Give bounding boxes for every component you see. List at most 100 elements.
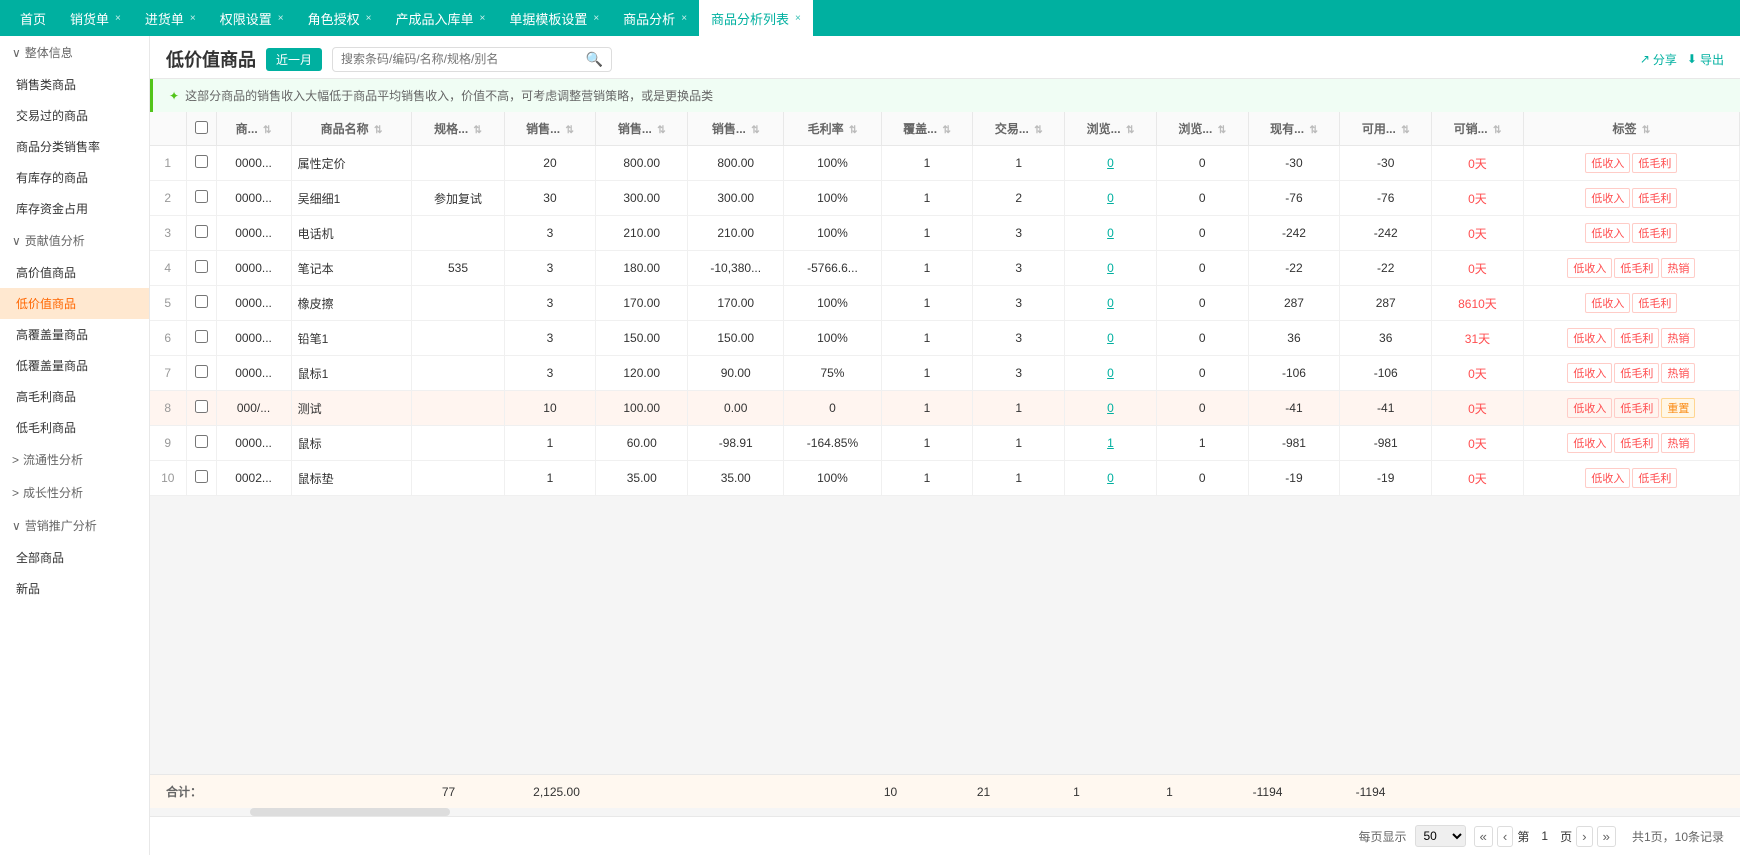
views1-link[interactable]: 0 [1107,226,1114,240]
row-select-checkbox[interactable] [195,155,208,168]
sort-icon[interactable]: ⇅ [374,125,382,136]
nav-permissions[interactable]: 权限设置 × [208,0,296,36]
column-checkbox[interactable] [186,112,216,146]
sidebar-item-new-products[interactable]: 新品 [0,573,149,604]
sort-icon[interactable]: ⇅ [942,125,950,136]
page-first-button[interactable]: « [1474,826,1493,847]
row-select-checkbox[interactable] [195,365,208,378]
row-views1[interactable]: 0 [1065,216,1157,251]
horizontal-scrollbar[interactable] [150,808,1740,816]
row-checkbox[interactable] [186,181,216,216]
row-views1[interactable]: 0 [1065,321,1157,356]
sidebar-item-low-value[interactable]: 低价值商品 [0,288,149,319]
row-checkbox[interactable] [186,286,216,321]
filter-recent-month-button[interactable]: 近一月 [266,48,322,71]
sidebar-group-title-marketing[interactable]: ∨ 营销推广分析 [0,509,149,542]
row-select-checkbox[interactable] [195,260,208,273]
nav-product-analysis[interactable]: 商品分析 × [611,0,699,36]
sort-icon[interactable]: ⇅ [1401,125,1409,136]
sort-icon[interactable]: ⇅ [565,125,573,136]
sort-icon[interactable]: ⇅ [1034,125,1042,136]
sidebar-item-inventory-products[interactable]: 有库存的商品 [0,162,149,193]
sidebar-item-low-coverage[interactable]: 低覆盖量商品 [0,350,149,381]
row-views1[interactable]: 0 [1065,286,1157,321]
views1-link[interactable]: 0 [1107,366,1114,380]
row-select-checkbox[interactable] [195,330,208,343]
row-views1[interactable]: 0 [1065,251,1157,286]
views1-link[interactable]: 0 [1107,331,1114,345]
sidebar-item-traded-products[interactable]: 交易过的商品 [0,100,149,131]
row-views1[interactable]: 0 [1065,146,1157,181]
close-icon[interactable]: × [366,13,372,24]
row-select-checkbox[interactable] [195,435,208,448]
close-icon[interactable]: × [190,13,196,24]
row-checkbox[interactable] [186,356,216,391]
close-icon[interactable]: × [278,13,284,24]
sort-icon[interactable]: ⇅ [849,125,857,136]
row-views1[interactable]: 0 [1065,461,1157,496]
row-views1[interactable]: 0 [1065,181,1157,216]
views1-link[interactable]: 0 [1107,156,1114,170]
close-icon[interactable]: × [115,13,121,24]
views1-link[interactable]: 1 [1107,436,1114,450]
sort-icon[interactable]: ⇅ [751,125,759,136]
sidebar-group-title-circulation[interactable]: > 流通性分析 [0,443,149,476]
sort-icon[interactable]: ⇅ [1218,125,1226,136]
sidebar-group-title-contribution[interactable]: ∨ 贡献值分析 [0,224,149,257]
nav-template-settings[interactable]: 单据模板设置 × [497,0,611,36]
close-icon[interactable]: × [681,13,687,24]
sidebar-item-all-products[interactable]: 全部商品 [0,542,149,573]
page-size-select[interactable]: 50 100 200 [1415,825,1466,847]
row-checkbox[interactable] [186,146,216,181]
nav-sales-order[interactable]: 销货单 × [58,0,133,36]
views1-link[interactable]: 0 [1107,261,1114,275]
row-checkbox[interactable] [186,216,216,251]
views1-link[interactable]: 0 [1107,191,1114,205]
views1-link[interactable]: 0 [1107,296,1114,310]
search-input[interactable] [341,52,582,66]
close-icon[interactable]: × [593,13,599,24]
sort-icon[interactable]: ⇅ [657,125,665,136]
sidebar-item-high-coverage[interactable]: 高覆盖量商品 [0,319,149,350]
row-checkbox[interactable] [186,251,216,286]
close-icon[interactable]: × [479,13,485,24]
nav-role-auth[interactable]: 角色授权 × [296,0,384,36]
row-views1[interactable]: 1 [1065,426,1157,461]
nav-purchase-order[interactable]: 进货单 × [133,0,208,36]
share-button[interactable]: ↗ 分享 [1640,51,1677,68]
sort-icon[interactable]: ⇅ [1642,125,1650,136]
select-all-checkbox[interactable] [195,121,208,134]
nav-product-entry[interactable]: 产成品入库单 × [383,0,497,36]
nav-product-analysis-list[interactable]: 商品分析列表 × [699,0,813,36]
sort-icon[interactable]: ⇅ [1493,125,1501,136]
export-button[interactable]: ⬇ 导出 [1687,51,1724,68]
close-icon[interactable]: × [795,13,801,24]
row-select-checkbox[interactable] [195,295,208,308]
page-next-button[interactable]: › [1576,826,1592,847]
sort-icon[interactable]: ⇅ [1126,125,1134,136]
sidebar-item-low-margin[interactable]: 低毛利商品 [0,412,149,443]
row-views1[interactable]: 0 [1065,391,1157,426]
sort-icon[interactable]: ⇅ [474,125,482,136]
row-select-checkbox[interactable] [195,225,208,238]
row-select-checkbox[interactable] [195,190,208,203]
row-checkbox[interactable] [186,426,216,461]
page-last-button[interactable]: » [1597,826,1616,847]
views1-link[interactable]: 0 [1107,471,1114,485]
sidebar-group-title-overall[interactable]: ∨ 整体信息 [0,36,149,69]
sidebar-item-capital-occupation[interactable]: 库存资金占用 [0,193,149,224]
row-checkbox[interactable] [186,391,216,426]
sidebar-group-title-growth[interactable]: > 成长性分析 [0,476,149,509]
sidebar-item-sales-products[interactable]: 销售类商品 [0,69,149,100]
sidebar-item-high-value[interactable]: 高价值商品 [0,257,149,288]
row-checkbox[interactable] [186,461,216,496]
row-checkbox[interactable] [186,321,216,356]
row-views1[interactable]: 0 [1065,356,1157,391]
sidebar-item-category-rate[interactable]: 商品分类销售率 [0,131,149,162]
row-select-checkbox[interactable] [195,400,208,413]
page-prev-button[interactable]: ‹ [1497,826,1513,847]
sort-icon[interactable]: ⇅ [1309,125,1317,136]
nav-home[interactable]: 首页 [8,0,58,36]
sidebar-item-high-margin[interactable]: 高毛利商品 [0,381,149,412]
search-icon[interactable]: 🔍 [586,51,603,68]
